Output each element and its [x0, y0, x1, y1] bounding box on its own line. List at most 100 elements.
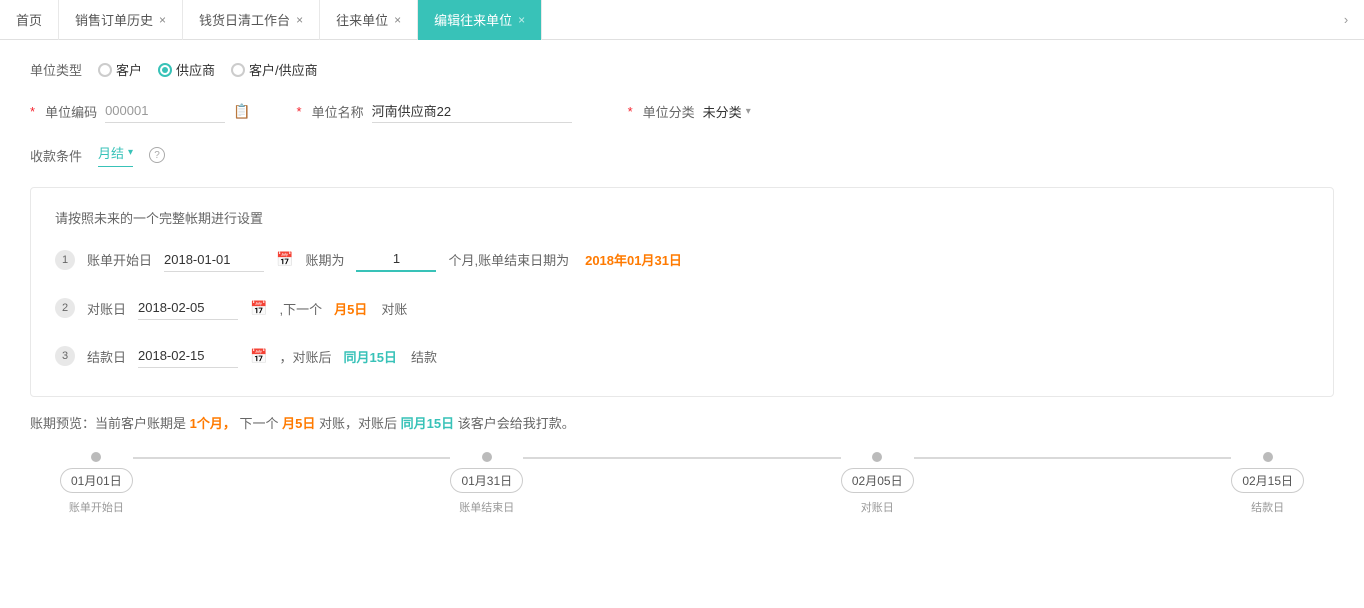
tab-more-chevron[interactable]: › — [1336, 12, 1356, 27]
name-label: 单位名称 — [312, 102, 364, 121]
row-2-cal-icon[interactable]: 📅 — [250, 300, 267, 317]
row-1-label: 账单开始日 — [87, 250, 152, 269]
payment-help-icon[interactable]: ? — [149, 147, 165, 163]
setting-row-3: 3 结款日 📅 ，对账后 同月15日 结款 — [55, 344, 1309, 368]
row-3-hint-pre: ，对账后 — [279, 347, 331, 366]
code-copy-icon[interactable]: 📋 — [233, 103, 250, 120]
timeline-label-1: 账单结束日 — [459, 499, 514, 515]
name-input[interactable] — [372, 99, 572, 123]
period-input[interactable] — [356, 247, 436, 272]
timeline-pill-0: 01月01日 — [60, 468, 133, 493]
row-3-cal-icon[interactable]: 📅 — [250, 348, 267, 365]
row-1-date-input[interactable] — [164, 248, 264, 272]
payment-value: 月结 — [98, 143, 124, 162]
tab-partner-close[interactable]: × — [394, 13, 401, 27]
setting-row-2: 2 对账日 📅 ,下一个 月5日 对账 — [55, 296, 1309, 320]
row-1-period-pre: 账期为 — [305, 250, 344, 269]
timeline-pill-3: 02月15日 — [1231, 468, 1304, 493]
timeline-line-1-2 — [523, 457, 841, 459]
timeline-node-1: 01月31日 账单结束日 — [450, 452, 523, 515]
radio-both-label: 客户/供应商 — [249, 60, 318, 79]
panel-title: 请按照未来的一个完整帐期进行设置 — [55, 208, 1309, 227]
tab-edit-partner-label: 编辑往来单位 — [434, 10, 512, 29]
row-num-1: 1 — [55, 250, 75, 270]
row-3-hint-post: 结款 — [411, 347, 437, 366]
preview-reconcile-pre: 下一个 — [240, 416, 279, 431]
tab-edit-partner[interactable]: 编辑往来单位 × — [418, 0, 542, 40]
row-num-2: 2 — [55, 298, 75, 318]
code-group: * 单位编码 📋 — [30, 99, 251, 123]
unit-type-row: 单位类型 客户 供应商 客户/供应商 — [30, 60, 1334, 79]
category-select[interactable]: 未分类 ▾ — [703, 102, 751, 121]
payment-arrow-icon: ▾ — [128, 147, 133, 158]
tab-edit-partner-close[interactable]: × — [518, 13, 525, 27]
preview-text: 账期预览：当前客户账期是 1个月， 下一个 月5日 对账，对账后 同月15日 该… — [30, 413, 1334, 432]
timeline-pill-1: 01月31日 — [450, 468, 523, 493]
radio-supplier-circle — [158, 63, 172, 77]
tab-sales-history-close[interactable]: × — [159, 13, 166, 27]
main-content: 单位类型 客户 供应商 客户/供应商 * 单位编码 📋 * 单位名称 — [0, 40, 1364, 608]
tab-bar: 首页 销售订单历史 × 钱货日清工作台 × 往来单位 × 编辑往来单位 × › — [0, 0, 1364, 40]
row-1-cal-icon[interactable]: 📅 — [276, 251, 293, 268]
tab-cashflow-label: 钱货日清工作台 — [199, 10, 290, 29]
timeline-dot-3 — [1263, 452, 1273, 462]
timeline-dot-2 — [872, 452, 882, 462]
row-2-hint-pre: ,下一个 — [279, 299, 322, 318]
row-2-hint-highlight: 月5日 — [334, 299, 367, 318]
category-arrow-icon: ▾ — [746, 106, 751, 117]
code-label: 单位编码 — [45, 102, 97, 121]
payment-row: 收款条件 月结 ▾ ? — [30, 143, 1334, 167]
timeline-dot-0 — [91, 452, 101, 462]
row-1-period-post: 个月,账单结束日期为 — [448, 250, 569, 269]
timeline-dot-1 — [482, 452, 492, 462]
preview-section: 账期预览：当前客户账期是 1个月， 下一个 月5日 对账，对账后 同月15日 该… — [30, 413, 1334, 515]
preview-reconcile-post: 对账，对账后 — [319, 416, 397, 431]
code-input[interactable] — [105, 99, 225, 123]
preview-pay-highlight: 同月15日 — [401, 416, 454, 431]
category-value: 未分类 — [703, 102, 742, 121]
timeline-node-2: 02月05日 对账日 — [841, 452, 914, 515]
row-2-hint-post: 对账 — [381, 299, 407, 318]
row-3-hint-highlight: 同月15日 — [343, 347, 396, 366]
timeline-label-0: 账单开始日 — [69, 499, 124, 515]
timeline-pill-2: 02月05日 — [841, 468, 914, 493]
setting-row-1: 1 账单开始日 📅 账期为 个月,账单结束日期为 2018年01月31日 — [55, 247, 1309, 272]
preview-pay-post: 该客户会给我打款。 — [458, 416, 575, 431]
row-2-label: 对账日 — [87, 299, 126, 318]
row-num-3: 3 — [55, 346, 75, 366]
code-name-category-row: * 单位编码 📋 * 单位名称 * 单位分类 未分类 ▾ — [30, 99, 1334, 123]
radio-customer[interactable]: 客户 — [98, 60, 142, 79]
timeline-label-3: 结款日 — [1251, 499, 1284, 515]
category-group: * 单位分类 未分类 ▾ — [628, 102, 751, 121]
radio-supplier[interactable]: 供应商 — [158, 60, 215, 79]
radio-supplier-label: 供应商 — [176, 60, 215, 79]
tab-sales-history[interactable]: 销售订单历史 × — [59, 0, 183, 40]
tab-partner[interactable]: 往来单位 × — [320, 0, 418, 40]
timeline-line-2-3 — [914, 457, 1232, 459]
name-group: * 单位名称 — [297, 99, 572, 123]
category-required-star: * — [628, 104, 633, 119]
payment-select[interactable]: 月结 ▾ — [98, 143, 133, 167]
tab-home-label: 首页 — [16, 10, 42, 29]
preview-reconcile-highlight: 月5日 — [282, 416, 315, 431]
radio-customer-circle — [98, 63, 112, 77]
category-label: 单位分类 — [643, 102, 695, 121]
tab-cashflow[interactable]: 钱货日清工作台 × — [183, 0, 320, 40]
name-required-star: * — [297, 104, 302, 119]
timeline-node-3: 02月15日 结款日 — [1231, 452, 1304, 515]
row-1-end-date: 2018年01月31日 — [585, 250, 682, 269]
unit-type-label: 单位类型 — [30, 60, 82, 79]
row-2-date-input[interactable] — [138, 296, 238, 320]
tab-home[interactable]: 首页 — [8, 0, 59, 40]
settings-panel: 请按照未来的一个完整帐期进行设置 1 账单开始日 📅 账期为 个月,账单结束日期… — [30, 187, 1334, 397]
tab-cashflow-close[interactable]: × — [296, 13, 303, 27]
row-3-date-input[interactable] — [138, 344, 238, 368]
tab-partner-label: 往来单位 — [336, 10, 388, 29]
radio-both-circle — [231, 63, 245, 77]
timeline-line-0-1 — [133, 457, 451, 459]
unit-type-radio-group: 客户 供应商 客户/供应商 — [98, 60, 318, 79]
row-3-label: 结款日 — [87, 347, 126, 366]
preview-label: 账期预览：当前客户账期是 — [30, 416, 186, 431]
payment-label: 收款条件 — [30, 146, 82, 165]
radio-both[interactable]: 客户/供应商 — [231, 60, 318, 79]
